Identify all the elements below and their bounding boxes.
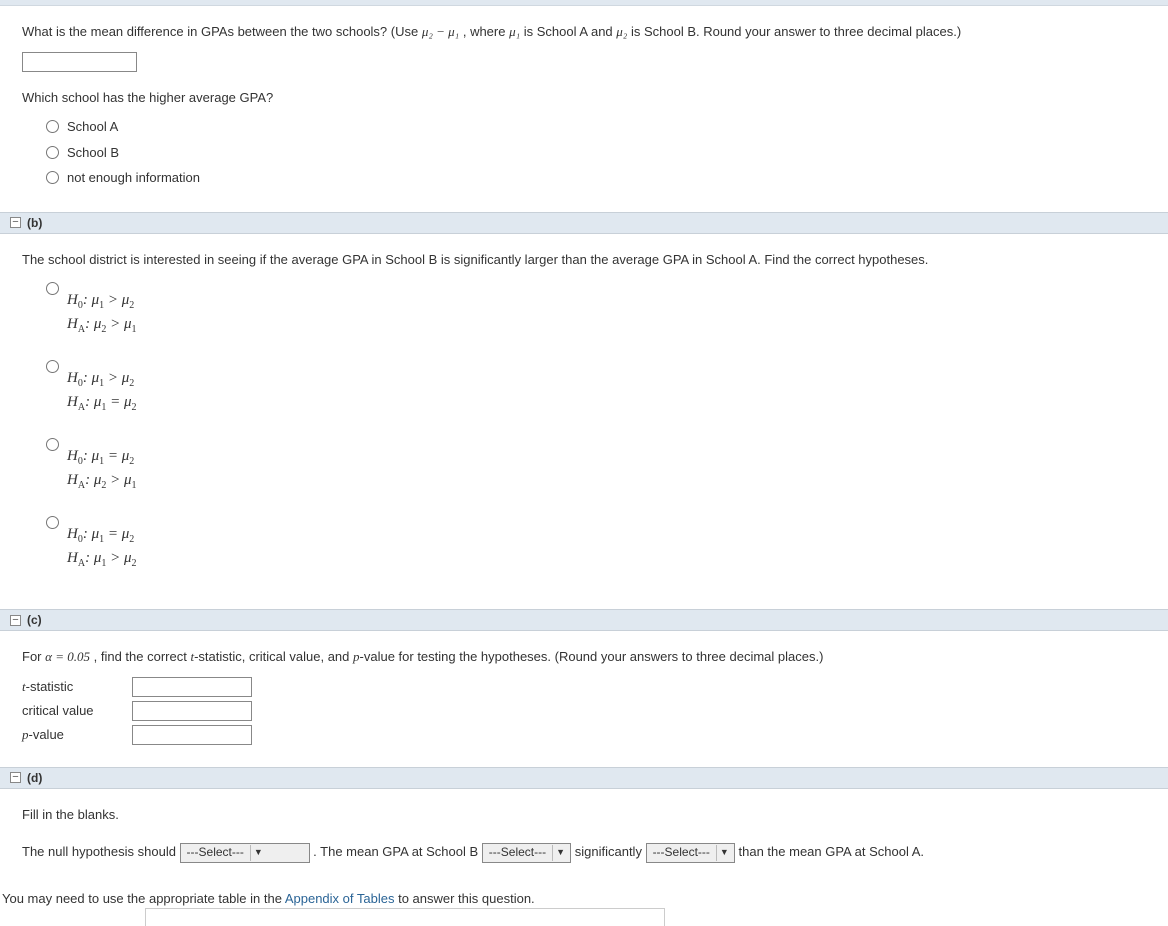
- chevron-down-icon: ▼: [716, 845, 732, 861]
- higher-gpa-group: School A School B not enough information: [22, 117, 1146, 188]
- crit-label: critical value: [22, 703, 132, 718]
- text: , find the correct: [94, 649, 191, 664]
- pval-label: p-value: [22, 727, 132, 743]
- chevron-down-icon: ▼: [250, 845, 266, 861]
- tstat-row: t-statistic: [22, 677, 1146, 697]
- section-b-content: The school district is interested in see…: [0, 234, 1168, 610]
- radio-school-b[interactable]: School B: [46, 143, 1146, 163]
- radio-label: School A: [67, 117, 118, 137]
- radio-input[interactable]: [46, 146, 59, 159]
- collapse-icon[interactable]: −: [10, 615, 21, 626]
- radio-label: not enough information: [67, 168, 200, 188]
- radio-school-a[interactable]: School A: [46, 117, 1146, 137]
- hypo-option-3[interactable]: H0: μ1 = μ2 HA: μ2 > μ1: [46, 435, 1146, 507]
- pval-row: p-value: [22, 725, 1146, 745]
- q1-text: is School A and: [524, 24, 617, 39]
- radio-input[interactable]: [46, 516, 59, 529]
- select-text: ---Select---: [187, 842, 244, 864]
- part-b-prompt: The school district is interested in see…: [22, 250, 1146, 270]
- section-d-label: (d): [27, 771, 42, 785]
- mu2-symbol: μ₂: [616, 24, 627, 39]
- crit-input[interactable]: [132, 701, 252, 721]
- is-isnot-select[interactable]: ---Select--- ▼: [482, 843, 571, 863]
- tstat-input[interactable]: [132, 677, 252, 697]
- null-action-select[interactable]: ---Select--- ▼: [180, 843, 310, 863]
- text: The null hypothesis should: [22, 844, 180, 859]
- collapse-icon[interactable]: −: [10, 772, 21, 783]
- select-text: ---Select---: [489, 842, 546, 864]
- text: than the mean GPA at School A.: [739, 844, 925, 859]
- appendix-link[interactable]: Appendix of Tables: [285, 891, 395, 906]
- tstat-label: t-statistic: [22, 679, 132, 695]
- crit-row: critical value: [22, 701, 1146, 721]
- radio-input[interactable]: [46, 282, 59, 295]
- hypo-text: H0: μ1 = μ2 HA: μ1 > μ2: [67, 523, 137, 571]
- bottom-input-partial[interactable]: [145, 908, 665, 926]
- stats-table: t-statistic critical value p-value: [22, 677, 1146, 745]
- radio-input[interactable]: [46, 120, 59, 133]
- part-d-heading: Fill in the blanks.: [22, 805, 1146, 825]
- text: significantly: [575, 844, 646, 859]
- q1-prompt: What is the mean difference in GPAs betw…: [22, 22, 1146, 42]
- section-b-header[interactable]: − (b): [0, 212, 1168, 234]
- hypo-text: H0: μ1 > μ2 HA: μ1 = μ2: [67, 367, 137, 415]
- comparison-select[interactable]: ---Select--- ▼: [646, 843, 735, 863]
- radio-input[interactable]: [46, 171, 59, 184]
- chevron-down-icon: ▼: [552, 845, 568, 861]
- fill-sentence: The null hypothesis should ---Select--- …: [22, 840, 1146, 863]
- text: . The mean GPA at School B: [313, 844, 482, 859]
- hypo-text: H0: μ1 > μ2 HA: μ2 > μ1: [67, 289, 137, 337]
- question-mean-diff: What is the mean difference in GPAs betw…: [0, 6, 1168, 212]
- collapse-icon[interactable]: −: [10, 217, 21, 228]
- mean-diff-input[interactable]: [22, 52, 137, 72]
- section-b-label: (b): [27, 216, 42, 230]
- select-text: ---Select---: [653, 842, 710, 864]
- pval-input[interactable]: [132, 725, 252, 745]
- section-c-label: (c): [27, 613, 42, 627]
- hypo-option-1[interactable]: H0: μ1 > μ2 HA: μ2 > μ1: [46, 279, 1146, 351]
- radio-not-enough[interactable]: not enough information: [46, 168, 1146, 188]
- radio-input[interactable]: [46, 438, 59, 451]
- part-c-prompt: For α = 0.05 , find the correct t-statis…: [22, 647, 1146, 667]
- q1-formula: μ₂ − μ₁: [422, 24, 459, 39]
- section-c-content: For α = 0.05 , find the correct t-statis…: [0, 631, 1168, 767]
- alpha-expr: α = 0.05: [45, 649, 90, 664]
- mu1-symbol: μ₁: [509, 24, 520, 39]
- q1-text: What is the mean difference in GPAs betw…: [22, 24, 422, 39]
- radio-label: School B: [67, 143, 119, 163]
- radio-input[interactable]: [46, 360, 59, 373]
- text: You may need to use the appropriate tabl…: [2, 891, 285, 906]
- text: -value for testing the hypotheses. (Roun…: [360, 649, 824, 664]
- text: to answer this question.: [394, 891, 534, 906]
- appendix-note: You may need to use the appropriate tabl…: [0, 881, 1168, 908]
- section-c-header[interactable]: − (c): [0, 609, 1168, 631]
- q1-text: , where: [463, 24, 509, 39]
- section-d-header[interactable]: − (d): [0, 767, 1168, 789]
- q2-prompt: Which school has the higher average GPA?: [22, 88, 1146, 108]
- hypo-option-4[interactable]: H0: μ1 = μ2 HA: μ1 > μ2: [46, 513, 1146, 585]
- hypo-option-2[interactable]: H0: μ1 > μ2 HA: μ1 = μ2: [46, 357, 1146, 429]
- hypo-text: H0: μ1 = μ2 HA: μ2 > μ1: [67, 445, 137, 493]
- section-d-content: Fill in the blanks. The null hypothesis …: [0, 789, 1168, 882]
- hypothesis-group: H0: μ1 > μ2 HA: μ2 > μ1 H0: μ1 > μ2 HA: …: [22, 279, 1146, 585]
- q1-text: is School B. Round your answer to three …: [631, 24, 961, 39]
- text: -statistic, critical value, and: [194, 649, 353, 664]
- text: For: [22, 649, 45, 664]
